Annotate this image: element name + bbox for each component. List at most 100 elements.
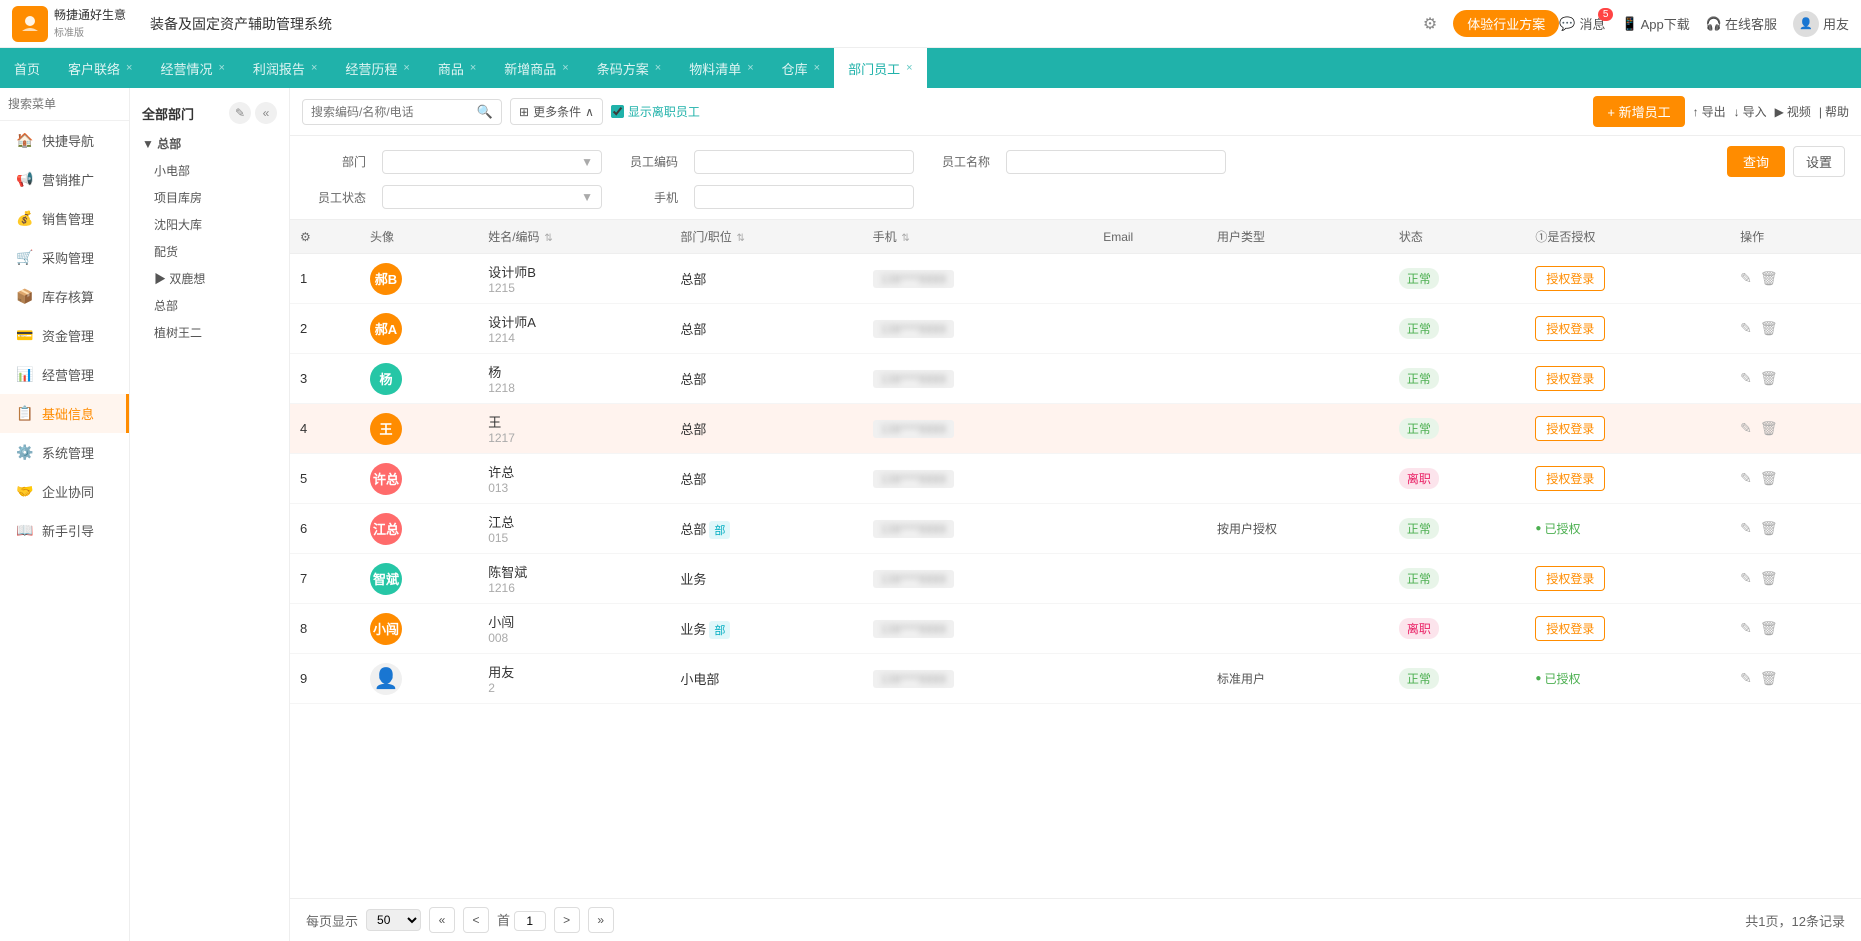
dept-select[interactable]: ▼ <box>382 150 602 174</box>
nav-tab[interactable]: 商品× <box>424 48 490 88</box>
dept-node[interactable]: 总部 <box>130 292 289 319</box>
row-auth[interactable]: 授权登录 <box>1525 604 1730 654</box>
delete-button[interactable]: 🗑 <box>1760 570 1778 587</box>
dept-node[interactable]: 沈阳大库 <box>130 211 289 238</box>
dept-node[interactable]: ▶ 双鹿想 <box>130 265 289 292</box>
tab-close-icon[interactable]: × <box>311 62 317 74</box>
th-phone[interactable]: 手机 ⇅ <box>863 220 1094 254</box>
delete-button[interactable]: 🗑 <box>1760 470 1778 487</box>
notification-button[interactable]: 💬 消息 5 <box>1559 14 1605 33</box>
import-button[interactable]: ↓ 导入 <box>1734 103 1767 120</box>
search-input[interactable] <box>311 105 477 119</box>
sidebar-item-purchase[interactable]: 🛒采购管理 <box>0 238 129 277</box>
edit-button[interactable]: ✎ <box>1740 570 1752 587</box>
auth-login-button[interactable]: 授权登录 <box>1535 316 1605 341</box>
delete-button[interactable]: 🗑 <box>1760 520 1778 537</box>
edit-button[interactable]: ✎ <box>1740 320 1752 337</box>
more-filter-button[interactable]: ⊞ 更多条件 ∧ <box>510 98 603 125</box>
settings-button[interactable]: 设置 <box>1793 146 1845 177</box>
row-auth[interactable]: 授权登录 <box>1525 404 1730 454</box>
sidebar-item-inventory[interactable]: 📦库存核算 <box>0 277 129 316</box>
last-page-button[interactable]: » <box>588 907 614 933</box>
tab-close-icon[interactable]: × <box>218 62 224 74</box>
gear-icon[interactable]: ⚙ <box>1423 14 1437 34</box>
tab-close-icon[interactable]: × <box>126 62 132 74</box>
dept-node[interactable]: 小电部 <box>130 157 289 184</box>
sidebar-item-collab[interactable]: 🤝企业协同 <box>0 472 129 511</box>
sidebar-item-quick-nav[interactable]: 🏠快捷导航 <box>0 121 129 160</box>
nav-tab[interactable]: 新增商品× <box>490 48 582 88</box>
delete-button[interactable]: 🗑 <box>1760 370 1778 387</box>
show-resigned-label[interactable]: 显示离职员工 <box>611 103 700 120</box>
export-button[interactable]: ↑ 导出 <box>1693 103 1726 120</box>
edit-button[interactable]: ✎ <box>1740 470 1752 487</box>
edit-button[interactable]: ✎ <box>1740 670 1752 687</box>
auth-login-button[interactable]: 授权登录 <box>1535 616 1605 641</box>
dept-node[interactable]: ▼ 总部 <box>130 130 289 157</box>
show-resigned-checkbox[interactable] <box>611 105 624 118</box>
th-name[interactable]: 姓名/编码 ⇅ <box>478 220 670 254</box>
delete-button[interactable]: 🗑 <box>1760 620 1778 637</box>
emp-code-input[interactable] <box>694 150 914 174</box>
sidebar-item-marketing[interactable]: 📢营销推广 <box>0 160 129 199</box>
edit-button[interactable]: ✎ <box>1740 420 1752 437</box>
tab-close-icon[interactable]: × <box>814 62 820 74</box>
app-download-button[interactable]: 📱 App下载 <box>1621 14 1689 33</box>
tab-close-icon[interactable]: × <box>470 62 476 74</box>
delete-button[interactable]: 🗑 <box>1760 270 1778 287</box>
sidebar-item-sales[interactable]: 💰销售管理 <box>0 199 129 238</box>
auth-login-button[interactable]: 授权登录 <box>1535 466 1605 491</box>
next-page-button[interactable]: > <box>554 907 580 933</box>
user-area[interactable]: 👤 用友 <box>1793 11 1849 37</box>
auth-login-button[interactable]: 授权登录 <box>1535 566 1605 591</box>
online-service-button[interactable]: 🎧 在线客服 <box>1706 14 1777 33</box>
sidebar-item-finance[interactable]: 💳资金管理 <box>0 316 129 355</box>
tab-close-icon[interactable]: × <box>906 62 912 74</box>
row-auth[interactable]: 授权登录 <box>1525 254 1730 304</box>
row-auth[interactable]: 授权登录 <box>1525 454 1730 504</box>
sidebar-item-guide[interactable]: 📖新手引导 <box>0 511 129 550</box>
row-auth[interactable]: 授权登录 <box>1525 554 1730 604</box>
phone-input[interactable] <box>694 185 914 209</box>
dept-edit-button[interactable]: ✎ <box>229 102 251 124</box>
nav-tab[interactable]: 客户联络× <box>54 48 146 88</box>
first-page-button[interactable]: « <box>429 907 455 933</box>
view-button[interactable]: ▶ 视频 <box>1775 103 1811 120</box>
auth-login-button[interactable]: 授权登录 <box>1535 416 1605 441</box>
sidebar-item-system[interactable]: ⚙️系统管理 <box>0 433 129 472</box>
help-button[interactable]: | 帮助 <box>1819 103 1849 120</box>
edit-button[interactable]: ✎ <box>1740 370 1752 387</box>
delete-button[interactable]: 🗑 <box>1760 670 1778 687</box>
nav-tab[interactable]: 经营情况× <box>146 48 238 88</box>
nav-tab[interactable]: 部门员工× <box>834 48 926 88</box>
delete-button[interactable]: 🗑 <box>1760 320 1778 337</box>
nav-tab[interactable]: 物料清单× <box>675 48 767 88</box>
dept-collapse-button[interactable]: « <box>255 102 277 124</box>
tab-close-icon[interactable]: × <box>562 62 568 74</box>
dept-node[interactable]: 项目库房 <box>130 184 289 211</box>
row-auth[interactable]: 授权登录 <box>1525 354 1730 404</box>
tab-close-icon[interactable]: × <box>747 62 753 74</box>
emp-status-select[interactable]: ▼ <box>382 185 602 209</box>
prev-page-button[interactable]: < <box>463 907 489 933</box>
th-dept[interactable]: 部门/职位 ⇅ <box>670 220 862 254</box>
sidebar-item-basic-info[interactable]: 📋基础信息 <box>0 394 129 433</box>
add-employee-button[interactable]: + 新增员工 <box>1593 96 1684 127</box>
delete-button[interactable]: 🗑 <box>1760 420 1778 437</box>
dept-node[interactable]: 配货 <box>130 238 289 265</box>
row-auth[interactable]: 授权登录 <box>1525 304 1730 354</box>
sidebar-item-operations[interactable]: 📊经营管理 <box>0 355 129 394</box>
edit-button[interactable]: ✎ <box>1740 520 1752 537</box>
page-num-input[interactable] <box>514 911 546 931</box>
nav-tab[interactable]: 首页 <box>0 48 54 88</box>
tab-close-icon[interactable]: × <box>403 62 409 74</box>
query-button[interactable]: 查询 <box>1727 146 1785 177</box>
nav-tab[interactable]: 利润报告× <box>239 48 331 88</box>
nav-tab[interactable]: 条码方案× <box>583 48 675 88</box>
sidebar-search-input[interactable] <box>8 97 130 111</box>
nav-tab[interactable]: 仓库× <box>768 48 834 88</box>
trial-button[interactable]: 体验行业方案 <box>1453 10 1559 37</box>
edit-button[interactable]: ✎ <box>1740 270 1752 287</box>
tab-close-icon[interactable]: × <box>655 62 661 74</box>
edit-button[interactable]: ✎ <box>1740 620 1752 637</box>
